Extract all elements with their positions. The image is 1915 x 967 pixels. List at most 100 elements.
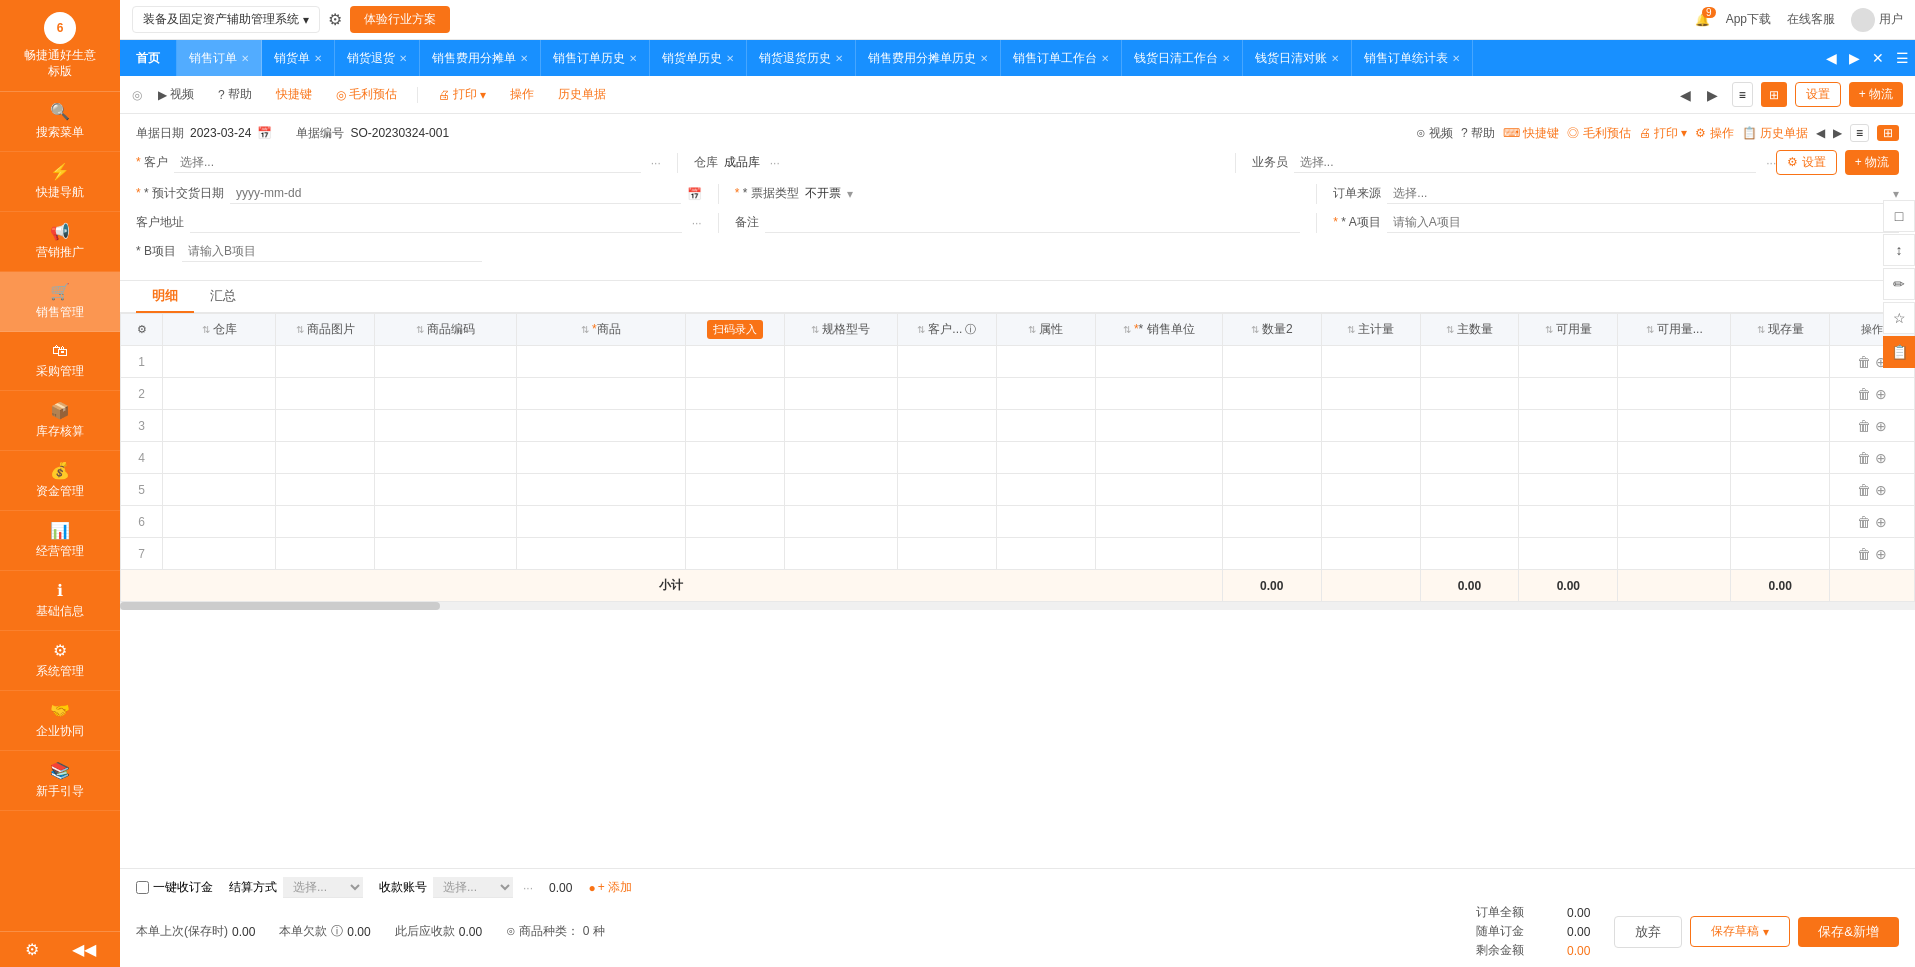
- settings-icon[interactable]: ⚙: [25, 940, 39, 959]
- profit-icon2[interactable]: ◎ 毛利预估: [1567, 125, 1630, 142]
- th-settings[interactable]: ⚙: [121, 314, 163, 346]
- table-cell[interactable]: [996, 506, 1095, 538]
- table-cell[interactable]: [1519, 346, 1618, 378]
- tab-summary[interactable]: 汇总: [194, 281, 252, 313]
- sidebar-item-base[interactable]: ℹ 基础信息: [0, 571, 120, 631]
- table-cell[interactable]: [516, 346, 686, 378]
- table-cell[interactable]: [1731, 378, 1830, 410]
- table-cell[interactable]: [784, 378, 897, 410]
- tab-close-icon[interactable]: ✕: [520, 53, 528, 64]
- tab-close-icon[interactable]: ✕: [1222, 53, 1230, 64]
- save-draft-btn[interactable]: 保存草稿 ▾: [1690, 916, 1790, 947]
- th-scan[interactable]: 扫码录入: [686, 314, 785, 346]
- settings-btn[interactable]: 设置: [1795, 82, 1841, 107]
- table-cell[interactable]: [1420, 378, 1519, 410]
- sidebar-item-guide[interactable]: 📚 新手引导: [0, 751, 120, 811]
- table-cell[interactable]: [996, 410, 1095, 442]
- table-cell[interactable]: [516, 538, 686, 570]
- table-cell[interactable]: [1731, 346, 1830, 378]
- table-cell[interactable]: [276, 378, 375, 410]
- copy-row-icon[interactable]: ⊕: [1875, 482, 1887, 498]
- tab-return-history[interactable]: 销货退货历史 ✕: [747, 40, 856, 76]
- table-cell[interactable]: [1095, 378, 1222, 410]
- table-cell[interactable]: [897, 442, 996, 474]
- tab-close-icon[interactable]: ✕: [241, 53, 249, 64]
- delivery-input[interactable]: [230, 183, 681, 204]
- table-cell[interactable]: [516, 506, 686, 538]
- table-cell[interactable]: [1222, 506, 1321, 538]
- table-cell[interactable]: [784, 442, 897, 474]
- table-cell[interactable]: [1321, 506, 1420, 538]
- float-star-btn[interactable]: ☆: [1883, 302, 1915, 334]
- table-cell[interactable]: [1420, 346, 1519, 378]
- table-cell[interactable]: [163, 538, 276, 570]
- table-cell[interactable]: [1420, 506, 1519, 538]
- th-unit[interactable]: ⇅ ** 销售单位: [1095, 314, 1222, 346]
- form-add-btn[interactable]: + 物流: [1845, 150, 1899, 175]
- float-copy-btn[interactable]: 📋: [1883, 336, 1915, 368]
- user-avatar[interactable]: 用户: [1851, 8, 1903, 32]
- copy-row-icon[interactable]: ⊕: [1875, 418, 1887, 434]
- th-stock[interactable]: ⇅ 现存量: [1731, 314, 1830, 346]
- table-cell[interactable]: [375, 410, 516, 442]
- table-cell[interactable]: [1095, 442, 1222, 474]
- app-download-link[interactable]: App下载: [1726, 11, 1771, 28]
- sales-input[interactable]: [1294, 152, 1757, 173]
- customer-input[interactable]: [174, 152, 641, 173]
- tab-close-icon[interactable]: ✕: [399, 53, 407, 64]
- th-main-unit[interactable]: ⇅ 主计量: [1321, 314, 1420, 346]
- settings-gear-icon[interactable]: ⚙: [328, 10, 342, 29]
- sales-more-icon[interactable]: ···: [1766, 156, 1776, 170]
- table-cell[interactable]: [163, 474, 276, 506]
- table-cell[interactable]: [1095, 538, 1222, 570]
- table-cell[interactable]: [996, 378, 1095, 410]
- nav-next-btn[interactable]: ▶: [1843, 50, 1866, 66]
- tab-order-workbench[interactable]: 销售订单工作台 ✕: [1001, 40, 1122, 76]
- table-cell[interactable]: [375, 442, 516, 474]
- table-cell[interactable]: [1618, 474, 1731, 506]
- table-cell[interactable]: [897, 506, 996, 538]
- table-cell[interactable]: [375, 506, 516, 538]
- table-cell[interactable]: [276, 346, 375, 378]
- prev-record-btn[interactable]: ◀: [1674, 87, 1697, 103]
- operate-btn[interactable]: 操作: [502, 83, 542, 106]
- table-cell[interactable]: [1519, 474, 1618, 506]
- table-cell[interactable]: [996, 538, 1095, 570]
- grid-view-btn[interactable]: ⊞: [1761, 82, 1787, 107]
- calendar2-icon[interactable]: 📅: [687, 187, 702, 201]
- table-cell[interactable]: [1731, 442, 1830, 474]
- sidebar-item-collab[interactable]: 🤝 企业协同: [0, 691, 120, 751]
- tab-order-history[interactable]: 销售订单历史 ✕: [541, 40, 650, 76]
- b-project-input[interactable]: [182, 241, 482, 262]
- add-item-btn[interactable]: + 物流: [1849, 82, 1903, 107]
- table-cell[interactable]: [996, 474, 1095, 506]
- collapse-icon[interactable]: ◀◀: [72, 940, 96, 959]
- tab-expense-history[interactable]: 销售费用分摊单历史 ✕: [856, 40, 1001, 76]
- table-cell[interactable]: [276, 538, 375, 570]
- table-cell[interactable]: [163, 378, 276, 410]
- help-icon2[interactable]: ? 帮助: [1461, 125, 1495, 142]
- th-warehouse[interactable]: ⇅ 仓库: [163, 314, 276, 346]
- tab-detail[interactable]: 明细: [136, 281, 194, 313]
- shortcut-btn[interactable]: 快捷键: [268, 83, 320, 106]
- tab-close-icon[interactable]: ✕: [314, 53, 322, 64]
- table-cell[interactable]: [686, 378, 785, 410]
- table-cell[interactable]: [897, 410, 996, 442]
- table-cell[interactable]: [516, 378, 686, 410]
- copy-row-icon[interactable]: ⊕: [1875, 546, 1887, 562]
- table-cell[interactable]: [1519, 410, 1618, 442]
- table-cell[interactable]: [1321, 410, 1420, 442]
- tab-order-stats[interactable]: 销售订单统计表 ✕: [1352, 40, 1473, 76]
- table-cell[interactable]: [686, 410, 785, 442]
- table-cell[interactable]: [1420, 538, 1519, 570]
- table-cell[interactable]: [1321, 346, 1420, 378]
- warehouse-more-icon[interactable]: ···: [770, 156, 780, 170]
- tab-cash-reconcile[interactable]: 钱货日清对账 ✕: [1243, 40, 1352, 76]
- table-cell[interactable]: [1618, 410, 1731, 442]
- tab-expense-split[interactable]: 销售费用分摊单 ✕: [420, 40, 541, 76]
- tab-close-icon[interactable]: ✕: [1101, 53, 1109, 64]
- sidebar-item-finance[interactable]: 💰 资金管理: [0, 451, 120, 511]
- table-cell[interactable]: [897, 346, 996, 378]
- calendar-icon[interactable]: 📅: [257, 126, 272, 140]
- float-expand-btn[interactable]: □: [1883, 200, 1915, 232]
